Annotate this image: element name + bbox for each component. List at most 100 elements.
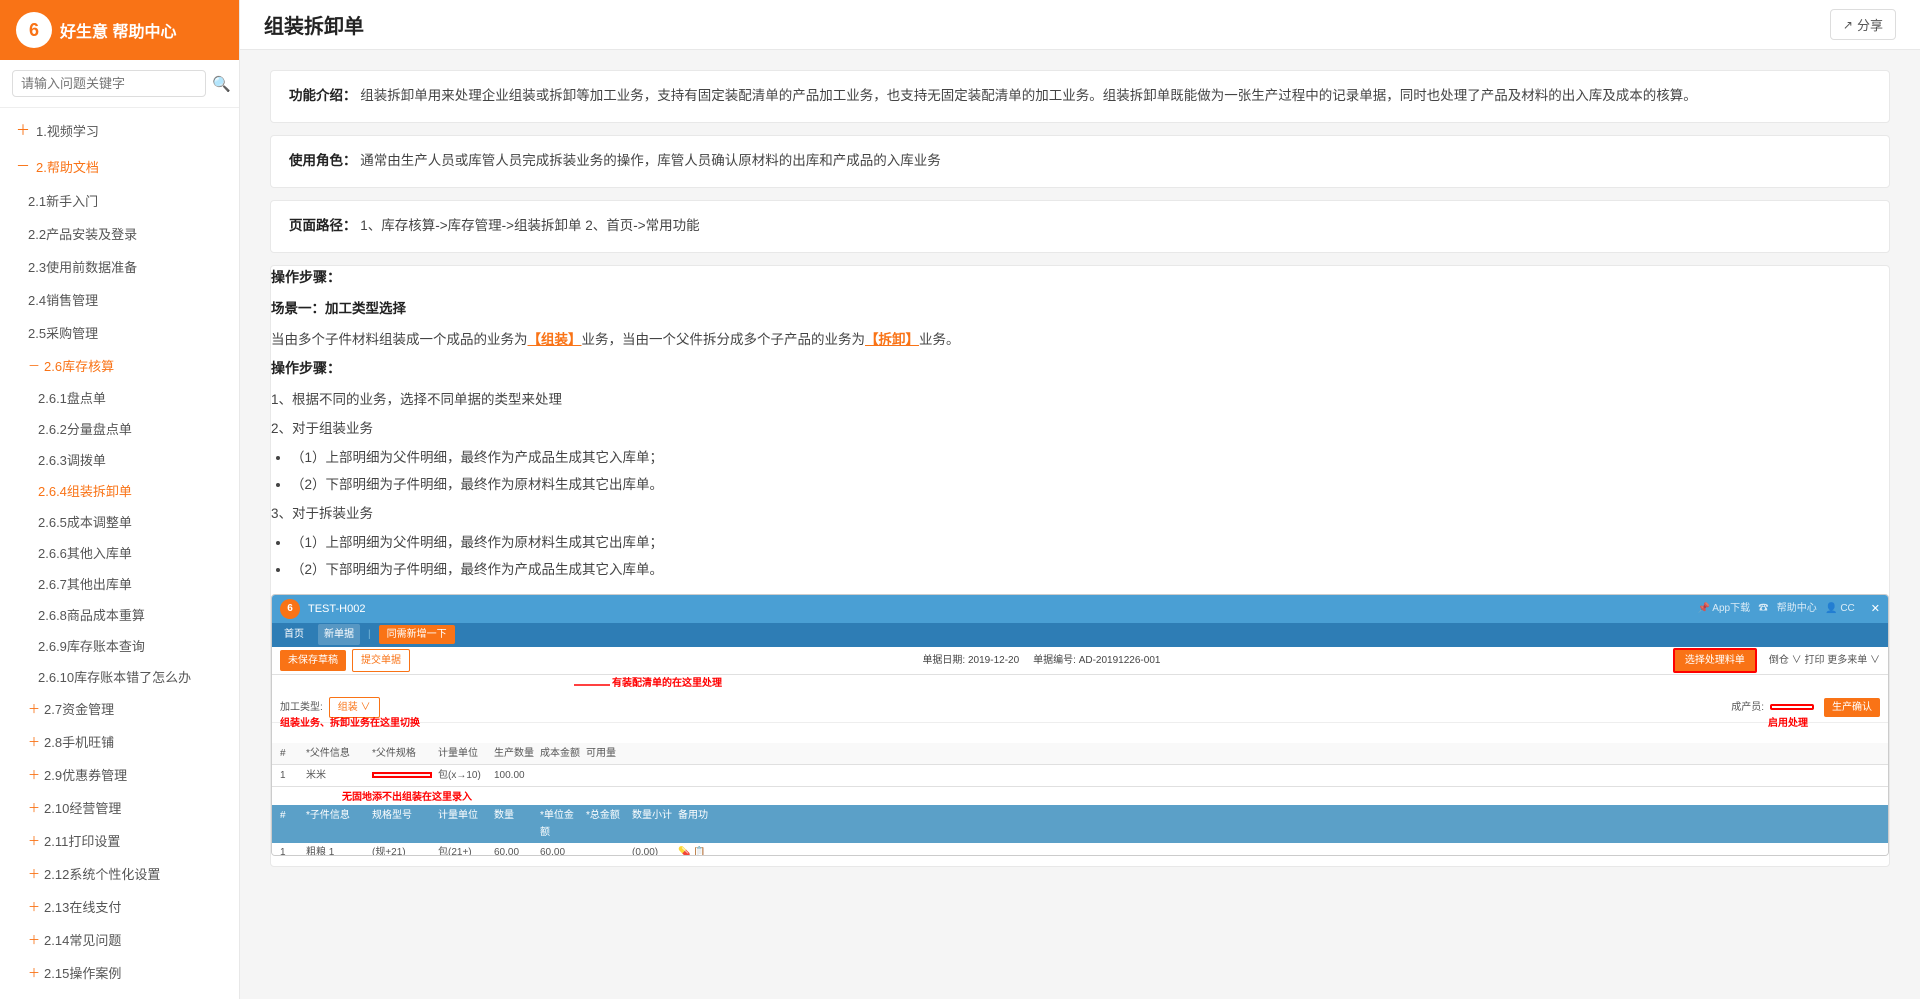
mock-btn-orange: 同需新增一下 [379,625,455,644]
sidebar-item-2-1[interactable]: 2.1新手入门 [0,184,239,217]
sidebar-item-2-6-8[interactable]: 2.6.8商品成本重算 [0,599,239,630]
sidebar-item-2-8[interactable]: ＋ 2.8手机旺铺 [0,725,239,758]
path-block: 页面路径： 1、库存核算->库存管理->组装拆卸单 2、首页->常用功能 [270,200,1890,253]
share-icon: ↗ [1843,18,1853,32]
step2-sub2: （2）下部明细为子件明细，最终作为原材料生成其它出库单。 [291,474,1889,497]
step3-sub1: （1）上部明细为父件明细，最终作为原材料生成其它出库单； [291,532,1889,555]
sidebar-item-2-6-7[interactable]: 2.6.7其他出库单 [0,568,239,599]
th-extra [632,745,1880,762]
feature-intro-block: 功能介绍： 组装拆卸单用来处理企业组装或拆卸等加工业务，支持有固定装配清单的产品… [270,70,1890,123]
search-input[interactable] [12,70,206,97]
sidebar-item-2-6[interactable]: － 2.6库存核算 [0,349,239,382]
sidebar-item-2-10[interactable]: ＋ 2.10经营管理 [0,791,239,824]
mock-logo: 6 [280,599,300,619]
mock-qty-input [1770,704,1814,710]
scene1-title: 场景一：加工类型选择 [271,298,1889,321]
sidebar-item-2-6-3[interactable]: 2.6.3调拨单 [0,444,239,475]
search-icon[interactable]: 🔍 [212,75,231,93]
step2-sublist: （1）上部明细为父件明细，最终作为产成品生成其它入库单； （2）下部明细为子件明… [271,447,1889,497]
plus-icon-2-12: ＋ [28,865,40,882]
sidebar-item-2-6-5[interactable]: 2.6.5成本调整单 [0,506,239,537]
th-no: # [280,745,300,762]
step3-text: 3、对于拆装业务 [271,503,1889,526]
plus-icon-2-13: ＋ [28,898,40,915]
scene1-desc: 当由多个子件材料组装成一个成品的业务为【组装】业务，当由一个父件拆分成多个子产品… [271,329,1889,352]
mock-close-btn: ✕ [1871,600,1880,619]
operations-block: 操作步骤： 场景一：加工类型选择 当由多个子件材料组装成一个成品的业务为【组装】… [270,265,1890,867]
annotation2-text: 组装业务、拆卸业务在这里切换 [280,715,420,732]
mock-table-row1-upper: 1 米米 包(x→10) 100.00 [272,765,1888,787]
sidebar-logo: 6 [16,12,52,48]
th-avail: 可用量 [586,745,626,762]
role-label: 使用角色： [289,153,357,168]
sidebar-title-text: 好生意 帮助中心 [60,18,176,42]
sidebar-item-2-7[interactable]: ＋ 2.7资金管理 [0,692,239,725]
mock-draft-btn: 提交单据 [352,649,410,672]
sidebar-item-2-6-2[interactable]: 2.6.2分量盘点单 [0,413,239,444]
th-qty: 生产数量 [494,745,534,762]
annotation1-arrow [572,679,612,691]
ops-steps-title: 操作步骤： [271,266,1889,290]
sidebar-item-2-2[interactable]: 2.2产品安装及登录 [0,217,239,250]
sidebar-item-2-11[interactable]: ＋ 2.11打印设置 [0,824,239,857]
zuzhuan-link[interactable]: 【组装】 [528,332,582,347]
sidebar-item-2-15[interactable]: ＋ 2.15操作案例 [0,956,239,989]
sidebar-item-2-5[interactable]: 2.5采购管理 [0,316,239,349]
sidebar-item-2-12[interactable]: ＋ 2.12系统个性化设置 [0,857,239,890]
mock-save-btn: 未保存草稿 [280,650,346,671]
screenshot-inner: 6 TEST-H002 📌 App下载 ☎ 帮助中心 👤 CC ✕ 首页 新单据… [272,595,1888,855]
mock-row-spec-input [372,772,432,778]
path-label: 页面路径： [289,218,357,233]
mock-toolbar: 未保存草稿 提交单据 单据日期: 2019-12-20 单据编号: AD-201… [272,647,1888,675]
ops-steps-label2: 操作步骤： [271,357,1889,381]
feature-intro-label: 功能介绍： [289,88,357,103]
role-block: 使用角色： 通常由生产人员或库管人员完成拆装业务的操作，库管人员确认原材料的出库… [270,135,1890,188]
step2-sub1: （1）上部明细为父件明细，最终作为产成品生成其它入库单； [291,447,1889,470]
sidebar-item-video-learn[interactable]: ＋ 1.视频学习 [0,112,239,148]
plus-icon-2-14: ＋ [28,931,40,948]
sidebar-item-2-6-9[interactable]: 2.6.9库存账本查询 [0,630,239,661]
expand-icon: ＋ [16,120,30,140]
th-item: *父件信息 [306,745,366,762]
sidebar-item-2-4[interactable]: 2.4销售管理 [0,283,239,316]
mock-topbar: 6 TEST-H002 📌 App下载 ☎ 帮助中心 👤 CC ✕ [272,595,1888,623]
share-label: 分享 [1857,15,1883,34]
sidebar-item-2-6-6[interactable]: 2.6.6其他入库单 [0,537,239,568]
mock-annotation-row1: 有装配清单的在这里处理 [272,675,1888,693]
mock-app-window: 6 TEST-H002 📌 App下载 ☎ 帮助中心 👤 CC ✕ 首页 新单据… [272,595,1888,855]
page-title: 组装拆卸单 [264,10,364,39]
sidebar-item-help-doc[interactable]: － 2.帮助文档 [0,148,239,184]
mock-app-name: TEST-H002 [308,600,365,619]
sidebar-item-2-13[interactable]: ＋ 2.13在线支付 [0,890,239,923]
annotation1-text: 有装配清单的在这里处理 [612,675,722,692]
nav-label-2-6: 2.6库存核算 [44,356,114,375]
share-button[interactable]: ↗ 分享 [1830,9,1896,40]
nav-label-2-11: 2.11打印设置 [44,831,120,850]
sidebar-item-2-6-1[interactable]: 2.6.1盘点单 [0,382,239,413]
content-scroll-area[interactable]: 功能介绍： 组装拆卸单用来处理企业组装或拆卸等加工业务，支持有固定装配清单的产品… [240,50,1920,999]
sidebar-item-2-6-10[interactable]: 2.6.10库存账本错了怎么办 [0,661,239,692]
mock-lower-row1: 1粗粮 1(规+21)包(21+)60.0060.00(0.00)💊 📋 [272,843,1888,855]
chaizhuo-link[interactable]: 【拆卸】 [865,332,919,347]
main-content-area: 组装拆卸单 ↗ 分享 功能介绍： 组装拆卸单用来处理企业组装或拆卸等加工业务，支… [240,0,1920,999]
sidebar-item-2-3[interactable]: 2.3使用前数据准备 [0,250,239,283]
nav-label-2-15: 2.15操作案例 [44,963,121,982]
nav-label-2-14: 2.14常见问题 [44,930,121,949]
mock-row-no: 1 [280,767,300,784]
sidebar-item-2-9[interactable]: ＋ 2.9优惠券管理 [0,758,239,791]
nav-label-2-12: 2.12系统个性化设置 [44,864,160,883]
screenshot-container: 6 TEST-H002 📌 App下载 ☎ 帮助中心 👤 CC ✕ 首页 新单据… [271,594,1889,856]
mock-row-item: 米米 [306,767,366,784]
th-unit: 计量单位 [438,745,488,762]
sidebar-item-2-6-4[interactable]: 2.6.4组装拆卸单 [0,475,239,506]
mock-nav: 首页 新单据 | 同需新增一下 [272,623,1888,647]
nav-label: 2.帮助文档 [36,157,99,176]
sidebar-item-2-14[interactable]: ＋ 2.14常见问题 [0,923,239,956]
mock-action-labels: 倒仓 ∨ 打印 更多来单 ∨ [1769,652,1880,669]
annotation4-text: 无固地添不出组装在这里录入 [342,789,472,806]
step2-text: 2、对于组装业务 [271,418,1889,441]
th-spec: *父件规格 [372,745,432,762]
role-text: 通常由生产人员或库管人员完成拆装业务的操作，库管人员确认原材料的出库和产成品的入… [360,153,941,168]
collapse-icon: － [16,156,30,176]
nav-label-2-13: 2.13在线支付 [44,897,121,916]
